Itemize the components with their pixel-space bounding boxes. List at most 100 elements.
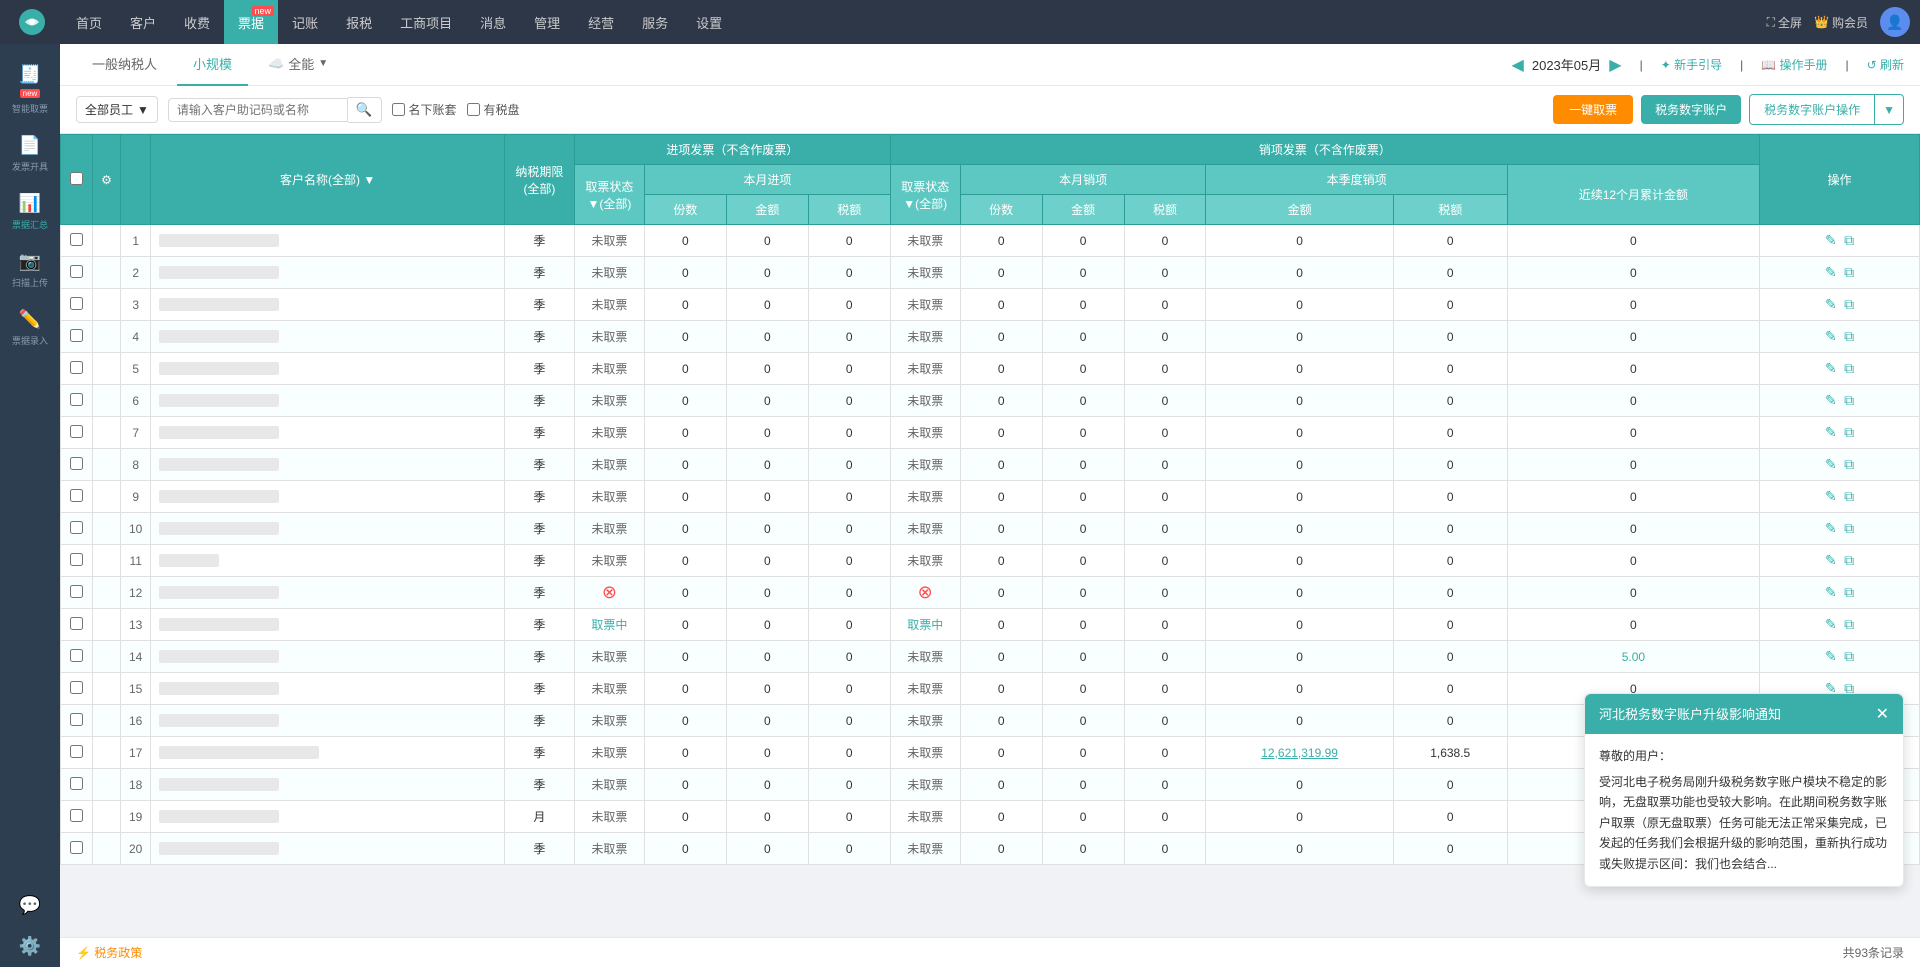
row-out-status-cell[interactable]: 未取票 (890, 545, 960, 577)
employee-select[interactable]: 全部员工 ▼ (76, 96, 158, 123)
row-checkbox-cell[interactable] (61, 577, 93, 609)
row-out-status-cell[interactable]: 未取票 (890, 257, 960, 289)
edit-button[interactable]: ✎ (1823, 454, 1839, 475)
copy-button[interactable]: ⧉ (1842, 486, 1856, 507)
row-checkbox-cell[interactable] (61, 833, 93, 865)
has-tax-disk-checkbox[interactable]: 有税盘 (467, 101, 520, 118)
notification-close-button[interactable]: ✕ (1876, 704, 1889, 724)
user-avatar[interactable]: 👤 (1880, 7, 1910, 37)
row-checkbox[interactable] (70, 649, 83, 662)
row-checkbox[interactable] (70, 457, 83, 470)
one-key-ticket-button[interactable]: 一键取票 (1553, 95, 1633, 124)
tab-all-capable[interactable]: ☁️ 全能 ▼ (252, 44, 344, 86)
row-out-status-cell[interactable]: 未取票 (890, 417, 960, 449)
sidebar-item-ticket-entry[interactable]: ✏️ 票据录入 (0, 299, 60, 357)
row-checkbox[interactable] (70, 233, 83, 246)
fullscreen-button[interactable]: ⛶ 全屏 (1767, 14, 1802, 31)
nav-accounting[interactable]: 记账 (278, 0, 332, 44)
nav-tax[interactable]: 报税 (332, 0, 386, 44)
sea-amount-link[interactable]: 12,621,319.99 (1261, 746, 1338, 760)
row-checkbox[interactable] (70, 585, 83, 598)
edit-button[interactable]: ✎ (1823, 326, 1839, 347)
row-checkbox-cell[interactable] (61, 385, 93, 417)
row-checkbox-cell[interactable] (61, 609, 93, 641)
nav-client[interactable]: 客户 (116, 0, 170, 44)
under-account-checkbox[interactable]: 名下账套 (392, 101, 457, 118)
row-checkbox[interactable] (70, 425, 83, 438)
sidebar-item-scan-upload[interactable]: 📷 扫描上传 (0, 241, 60, 299)
row-out-status-cell[interactable]: 未取票 (890, 289, 960, 321)
tab-small-scale[interactable]: 小规模 (177, 44, 248, 86)
row-out-status-cell[interactable]: 未取票 (890, 737, 960, 769)
edit-button[interactable]: ✎ (1823, 390, 1839, 411)
edit-button[interactable]: ✎ (1823, 582, 1839, 603)
row-in-status-cell[interactable]: 未取票 (574, 545, 644, 577)
row-checkbox[interactable] (70, 329, 83, 342)
row-in-status-cell[interactable]: 未取票 (574, 417, 644, 449)
row-checkbox-cell[interactable] (61, 481, 93, 513)
row-checkbox-cell[interactable] (61, 737, 93, 769)
digital-op-button[interactable]: 税务数字账户操作 (1749, 94, 1875, 125)
sidebar-item-chat[interactable]: 💬 (0, 885, 60, 926)
row-in-status-cell[interactable]: 未取票 (574, 673, 644, 705)
nav-home[interactable]: 首页 (62, 0, 116, 44)
row-checkbox[interactable] (70, 393, 83, 406)
row-checkbox-cell[interactable] (61, 673, 93, 705)
row-checkbox[interactable] (70, 777, 83, 790)
copy-button[interactable]: ⧉ (1842, 518, 1856, 539)
under-account-check[interactable] (392, 103, 405, 116)
row-out-status-cell[interactable]: 未取票 (890, 321, 960, 353)
row-checkbox-cell[interactable] (61, 449, 93, 481)
copy-button[interactable]: ⧉ (1842, 582, 1856, 603)
nav-operation[interactable]: 经营 (574, 0, 628, 44)
sidebar-item-config[interactable]: ⚙️ (0, 926, 60, 967)
next-month-button[interactable]: ▶ (1609, 55, 1621, 75)
row-checkbox-cell[interactable] (61, 705, 93, 737)
copy-button[interactable]: ⧉ (1842, 358, 1856, 379)
edit-button[interactable]: ✎ (1823, 646, 1839, 667)
has-tax-disk-check[interactable] (467, 103, 480, 116)
th-settings[interactable]: ⚙ (93, 135, 121, 225)
search-input[interactable] (168, 98, 348, 122)
vip-button[interactable]: 👑 购会员 (1814, 14, 1868, 31)
row-checkbox-cell[interactable] (61, 225, 93, 257)
row-in-status-cell[interactable]: 未取票 (574, 769, 644, 801)
copy-button[interactable]: ⧉ (1842, 262, 1856, 283)
row-checkbox-cell[interactable] (61, 321, 93, 353)
copy-button[interactable]: ⧉ (1842, 230, 1856, 251)
nav-manage[interactable]: 管理 (520, 0, 574, 44)
th-out-status[interactable]: 取票状态▼(全部) (890, 165, 960, 225)
row-out-status-cell[interactable]: 未取票 (890, 705, 960, 737)
row-in-status-cell[interactable]: 未取票 (574, 449, 644, 481)
edit-button[interactable]: ✎ (1823, 518, 1839, 539)
row-in-status-cell[interactable]: 未取票 (574, 353, 644, 385)
edit-button[interactable]: ✎ (1823, 486, 1839, 507)
edit-button[interactable]: ✎ (1823, 550, 1839, 571)
edit-button[interactable]: ✎ (1823, 230, 1839, 251)
row-checkbox[interactable] (70, 489, 83, 502)
row-out-status-cell[interactable]: 未取票 (890, 225, 960, 257)
row-out-status-cell[interactable]: 取票中 (890, 609, 960, 641)
row-out-status-cell[interactable]: 未取票 (890, 673, 960, 705)
row-checkbox[interactable] (70, 713, 83, 726)
edit-button[interactable]: ✎ (1823, 294, 1839, 315)
row-checkbox[interactable] (70, 265, 83, 278)
row-checkbox[interactable] (70, 361, 83, 374)
th-checkbox[interactable] (61, 135, 93, 225)
new-guide-link[interactable]: ✦ 新手引导 (1661, 56, 1722, 73)
copy-button[interactable]: ⧉ (1842, 550, 1856, 571)
sidebar-item-invoice-issue[interactable]: 📄 发票开具 (0, 125, 60, 183)
manual-link[interactable]: 📖 操作手册 (1761, 56, 1827, 73)
row-in-status-cell[interactable]: 未取票 (574, 737, 644, 769)
row-checkbox[interactable] (70, 521, 83, 534)
edit-button[interactable]: ✎ (1823, 262, 1839, 283)
row-in-status-cell[interactable]: 未取票 (574, 257, 644, 289)
row-out-status-cell[interactable]: 未取票 (890, 641, 960, 673)
copy-button[interactable]: ⧉ (1842, 390, 1856, 411)
row-checkbox[interactable] (70, 617, 83, 630)
row-in-status-cell[interactable]: 未取票 (574, 289, 644, 321)
row-out-status-cell[interactable]: 未取票 (890, 481, 960, 513)
row-in-status-cell[interactable]: 未取票 (574, 225, 644, 257)
row-out-status-cell[interactable]: 未取票 (890, 385, 960, 417)
row-checkbox-cell[interactable] (61, 353, 93, 385)
